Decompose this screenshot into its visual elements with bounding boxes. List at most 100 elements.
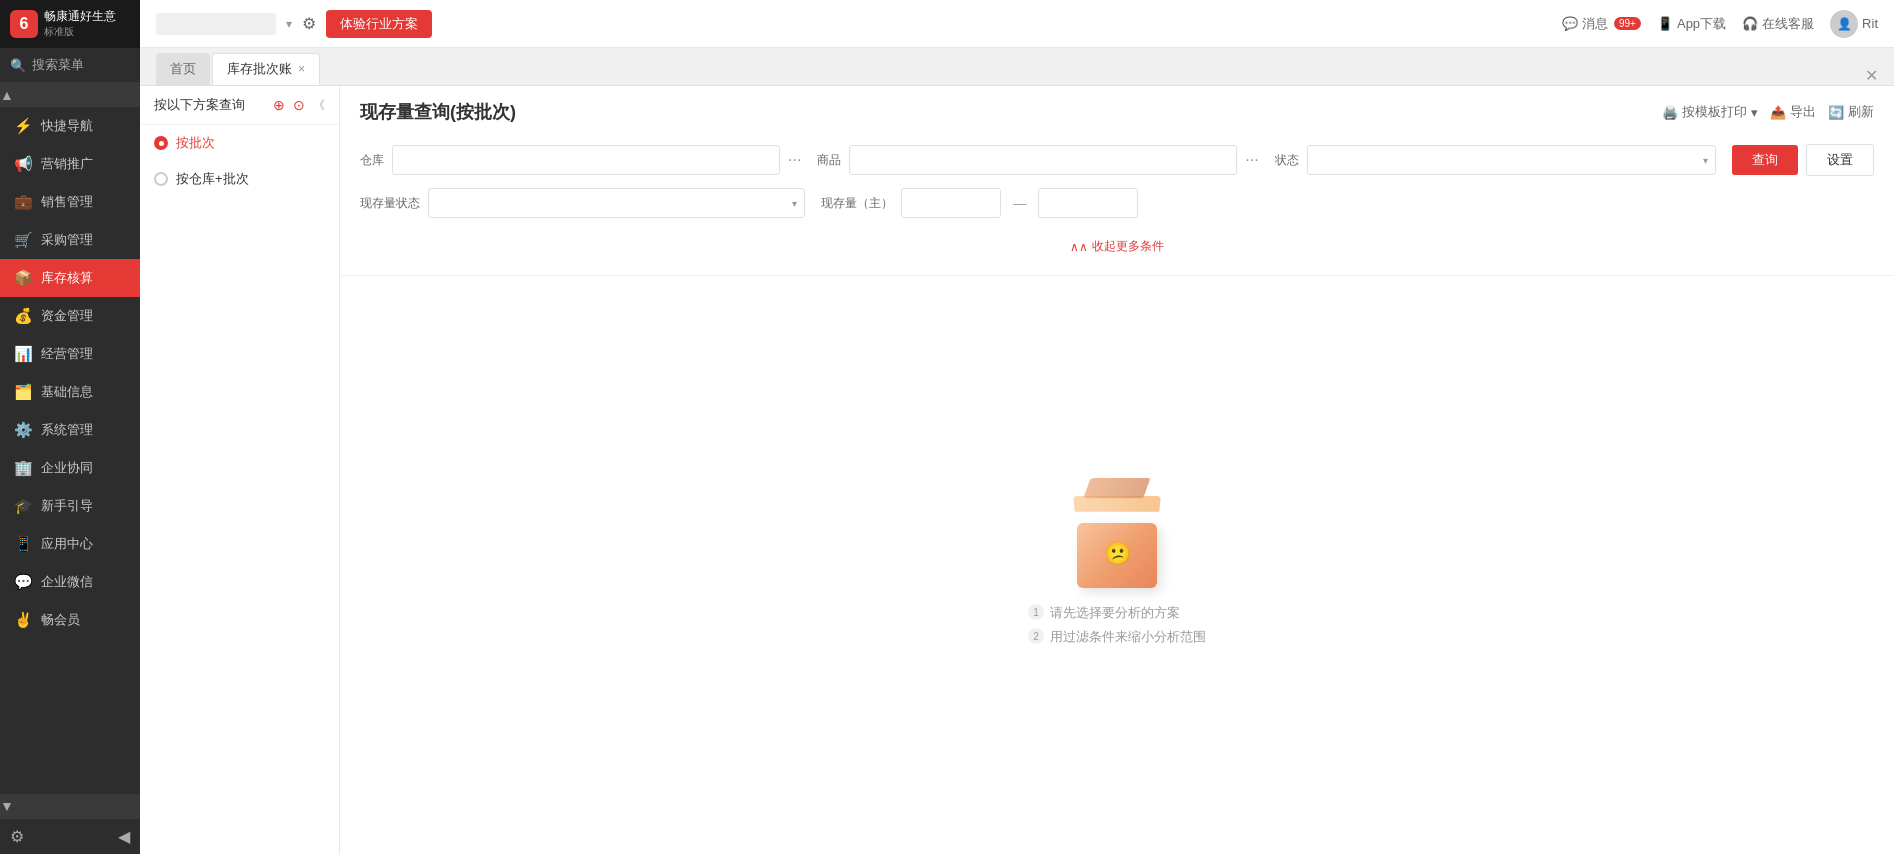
- inventory-amount-label: 现存量（主）: [821, 195, 893, 212]
- status-field: 状态 ▾: [1275, 145, 1716, 175]
- filter-item-by-batch[interactable]: 按批次: [140, 125, 339, 161]
- settings-btn[interactable]: 设置: [1806, 144, 1874, 176]
- app-download-group[interactable]: 📱 App下载: [1657, 15, 1726, 33]
- collapse-row[interactable]: ∧∧ 收起更多条件: [360, 230, 1874, 263]
- filter-title: 按以下方案查询: [154, 96, 267, 114]
- refresh-icon: 🔄: [1828, 105, 1844, 120]
- filter-label-by-batch: 按批次: [176, 134, 215, 152]
- marketing-label: 营销推广: [41, 155, 93, 173]
- sidebar-item-collab[interactable]: 🏢 企业协同: [0, 449, 140, 487]
- online-service-group[interactable]: 🎧 在线客服: [1742, 15, 1814, 33]
- tip-num-2: 2: [1028, 628, 1044, 644]
- status-select-wrapper: ▾: [1307, 145, 1716, 175]
- apps-icon: 📱: [14, 535, 33, 553]
- sidebar-item-quick-nav[interactable]: ⚡ 快捷导航: [0, 107, 140, 145]
- filter-add-icon[interactable]: ⊕: [273, 97, 285, 113]
- empty-illustration: 😕: [1057, 478, 1177, 588]
- product-dots[interactable]: ···: [1245, 151, 1258, 169]
- topbar-gear-icon[interactable]: ⚙: [302, 14, 316, 33]
- product-input[interactable]: [849, 145, 1237, 175]
- warehouse-dots[interactable]: ···: [788, 151, 801, 169]
- messages-icon: 💬: [1562, 16, 1578, 31]
- sidebar-logo: 6: [10, 10, 38, 38]
- page-header-actions: 🖨️ 按模板打印 ▾ 📤 导出 🔄 刷新: [1662, 103, 1874, 121]
- refresh-btn[interactable]: 🔄 刷新: [1828, 103, 1874, 121]
- sidebar-item-finance[interactable]: 💰 资金管理: [0, 297, 140, 335]
- box-lid: [1073, 496, 1161, 512]
- sidebar-item-marketing[interactable]: 📢 营销推广: [0, 145, 140, 183]
- warehouse-label: 仓库: [360, 152, 384, 169]
- wechat-label: 企业微信: [41, 573, 93, 591]
- print-template-btn[interactable]: 🖨️ 按模板打印 ▾: [1662, 103, 1758, 121]
- footer-settings-icon[interactable]: ⚙: [10, 827, 24, 846]
- form-row-2: 现存量状态 ▾ 现存量（主）: [360, 188, 1874, 218]
- warehouse-input[interactable]: [392, 145, 780, 175]
- sidebar: 6 畅康通好生意 标准版 🔍 搜索菜单 ▲ ⚡ 快捷导航 📢 营销推广 💼 销售…: [0, 0, 140, 854]
- topbar-search-input[interactable]: [156, 13, 276, 35]
- inventory-amount-from-input[interactable]: [901, 188, 1001, 218]
- guide-icon: 🎓: [14, 497, 33, 515]
- filter-label-by-warehouse-batch: 按仓库+批次: [176, 170, 249, 188]
- topbar-dropdown-icon[interactable]: ▾: [286, 17, 292, 31]
- query-form: 仓库 ··· 商品 ···: [340, 132, 1894, 276]
- topbar: ▾ ⚙ 体验行业方案 💬 消息 99+ 📱 App下载 🎧 在线客服 👤 Rit: [140, 0, 1894, 48]
- form-row-1: 仓库 ··· 商品 ···: [360, 144, 1874, 176]
- sidebar-footer: ⚙ ◀: [0, 818, 140, 854]
- status-field-row: 状态 ▾: [1275, 145, 1716, 175]
- sidebar-item-operations[interactable]: 📊 经营管理: [0, 335, 140, 373]
- filter-settings-icon[interactable]: ⊙: [293, 97, 305, 113]
- sidebar-header: 6 畅康通好生意 标准版: [0, 0, 140, 48]
- sidebar-item-member[interactable]: ✌️ 畅会员: [0, 601, 140, 639]
- sidebar-item-inventory[interactable]: 📦 库存核算: [0, 259, 140, 297]
- refresh-label: 刷新: [1848, 103, 1874, 121]
- tip-text-1: 请先选择要分析的方案: [1050, 604, 1180, 622]
- tabbar: 首页 库存批次账 × ✕: [140, 48, 1894, 86]
- tab-inventory-batch-label: 库存批次账: [227, 60, 292, 78]
- apps-label: 应用中心: [41, 535, 93, 553]
- tab-close-icon[interactable]: ×: [298, 62, 305, 76]
- tip-num-1: 1: [1028, 604, 1044, 620]
- sidebar-item-guide[interactable]: 🎓 新手引导: [0, 487, 140, 525]
- messages-group[interactable]: 💬 消息 99+: [1562, 15, 1641, 33]
- panel-close-icon[interactable]: ✕: [1865, 66, 1878, 85]
- purchase-icon: 🛒: [14, 231, 33, 249]
- purchase-label: 采购管理: [41, 231, 93, 249]
- filter-panel: 按以下方案查询 ⊕ ⊙ 《 按批次 按仓库+批次: [140, 86, 340, 854]
- tab-inventory-batch[interactable]: 库存批次账 ×: [212, 53, 320, 85]
- user-group[interactable]: 👤 Rit: [1830, 10, 1878, 38]
- inventory-label: 库存核算: [41, 269, 93, 287]
- scroll-up-btn[interactable]: ▲: [0, 83, 140, 107]
- filter-item-by-warehouse-batch[interactable]: 按仓库+批次: [140, 161, 339, 197]
- empty-tips: 1 请先选择要分析的方案 2 用过滤条件来缩小分析范围: [1028, 604, 1206, 652]
- tab-home[interactable]: 首页: [156, 53, 210, 85]
- inventory-amount-to-input[interactable]: [1038, 188, 1138, 218]
- scroll-down-btn[interactable]: ▼: [0, 794, 140, 818]
- warehouse-field-row: 仓库 ···: [360, 145, 801, 175]
- tab-home-label: 首页: [170, 60, 196, 78]
- edition-label: 标准版: [44, 25, 116, 39]
- content-area: 现存量查询(按批次) 🖨️ 按模板打印 ▾ 📤 导出 🔄 刷新: [340, 86, 1894, 854]
- sidebar-item-system[interactable]: ⚙️ 系统管理: [0, 411, 140, 449]
- footer-toggle-icon[interactable]: ◀: [118, 827, 130, 846]
- sidebar-item-sales[interactable]: 💼 销售管理: [0, 183, 140, 221]
- inventory-status-select[interactable]: [428, 188, 805, 218]
- query-btn[interactable]: 查询: [1732, 145, 1798, 175]
- guide-label: 新手引导: [41, 497, 93, 515]
- export-btn[interactable]: 📤 导出: [1770, 103, 1816, 121]
- box-top-decoration: [1083, 478, 1150, 498]
- app-download-label: App下载: [1677, 15, 1726, 33]
- experience-btn[interactable]: 体验行业方案: [326, 10, 432, 38]
- status-select[interactable]: [1307, 145, 1716, 175]
- filter-collapse-icon[interactable]: 《: [313, 97, 325, 114]
- sidebar-item-basic[interactable]: 🗂️ 基础信息: [0, 373, 140, 411]
- inventory-status-field-row: 现存量状态 ▾: [360, 188, 805, 218]
- print-dropdown-icon[interactable]: ▾: [1751, 105, 1758, 120]
- filter-header-icons: ⊕ ⊙ 《: [273, 97, 325, 114]
- sidebar-search[interactable]: 🔍 搜索菜单: [0, 48, 140, 83]
- sidebar-item-apps[interactable]: 📱 应用中心: [0, 525, 140, 563]
- sidebar-item-wechat[interactable]: 💬 企业微信: [0, 563, 140, 601]
- finance-icon: 💰: [14, 307, 33, 325]
- system-label: 系统管理: [41, 421, 93, 439]
- sidebar-item-purchase[interactable]: 🛒 采购管理: [0, 221, 140, 259]
- messages-badge: 99+: [1614, 17, 1641, 30]
